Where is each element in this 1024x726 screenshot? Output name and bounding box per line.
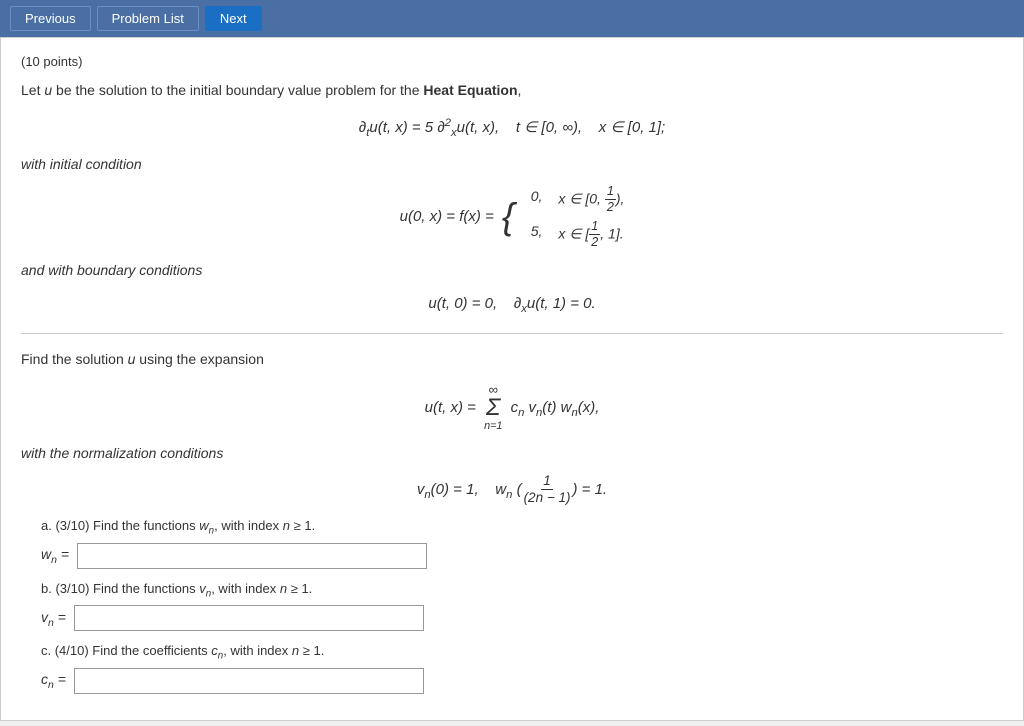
ic-display: u(0, x) = f(x) = { 0, x ∈ [0, 12), 5, x … (21, 184, 1003, 250)
part-c-var-label: cn = (41, 671, 66, 691)
part-b-label: b. (3/10) Find the functions vn, with in… (41, 581, 1003, 600)
divider (21, 333, 1003, 334)
next-button[interactable]: Next (205, 6, 262, 31)
problem-list-button[interactable]: Problem List (97, 6, 199, 31)
part-b-input-row: vn = (41, 605, 1003, 631)
pde-display: ∂tu(t, x) = 5 ∂2xu(t, x), t ∈ [0, ∞), x … (21, 113, 1003, 143)
part-c-input[interactable] (74, 668, 424, 694)
part-b-var-label: vn = (41, 609, 66, 629)
initial-condition-label: with initial condition (21, 156, 1003, 172)
find-solution-label: Find the solution u using the expansion (21, 348, 1003, 370)
part-c-label: c. (4/10) Find the coefficients cn, with… (41, 643, 1003, 662)
part-b-input[interactable] (74, 605, 424, 631)
boundary-conditions-label: and with boundary conditions (21, 262, 1003, 278)
part-c-input-row: cn = (41, 668, 1003, 694)
previous-button[interactable]: Previous (10, 6, 91, 31)
normalization-display: vn(0) = 1, wn (1(2n − 1)) = 1. (21, 473, 1003, 506)
normalization-label: with the normalization conditions (21, 445, 1003, 461)
part-a-var-label: wn = (41, 546, 69, 566)
part-a-input[interactable] (77, 543, 427, 569)
problem-intro: Let u be the solution to the initial bou… (21, 79, 1003, 101)
part-a-label: a. (3/10) Find the functions wn, with in… (41, 518, 1003, 537)
points-label: (10 points) (21, 54, 1003, 69)
bc-display: u(t, 0) = 0, ∂xu(t, 1) = 0. (21, 290, 1003, 319)
expansion-display: u(t, x) = ∞ Σ n=1 cn vn(t) wn(x), (21, 383, 1003, 433)
main-content: (10 points) Let u be the solution to the… (0, 37, 1024, 721)
part-a-input-row: wn = (41, 543, 1003, 569)
top-bar: Previous Problem List Next (0, 0, 1024, 37)
